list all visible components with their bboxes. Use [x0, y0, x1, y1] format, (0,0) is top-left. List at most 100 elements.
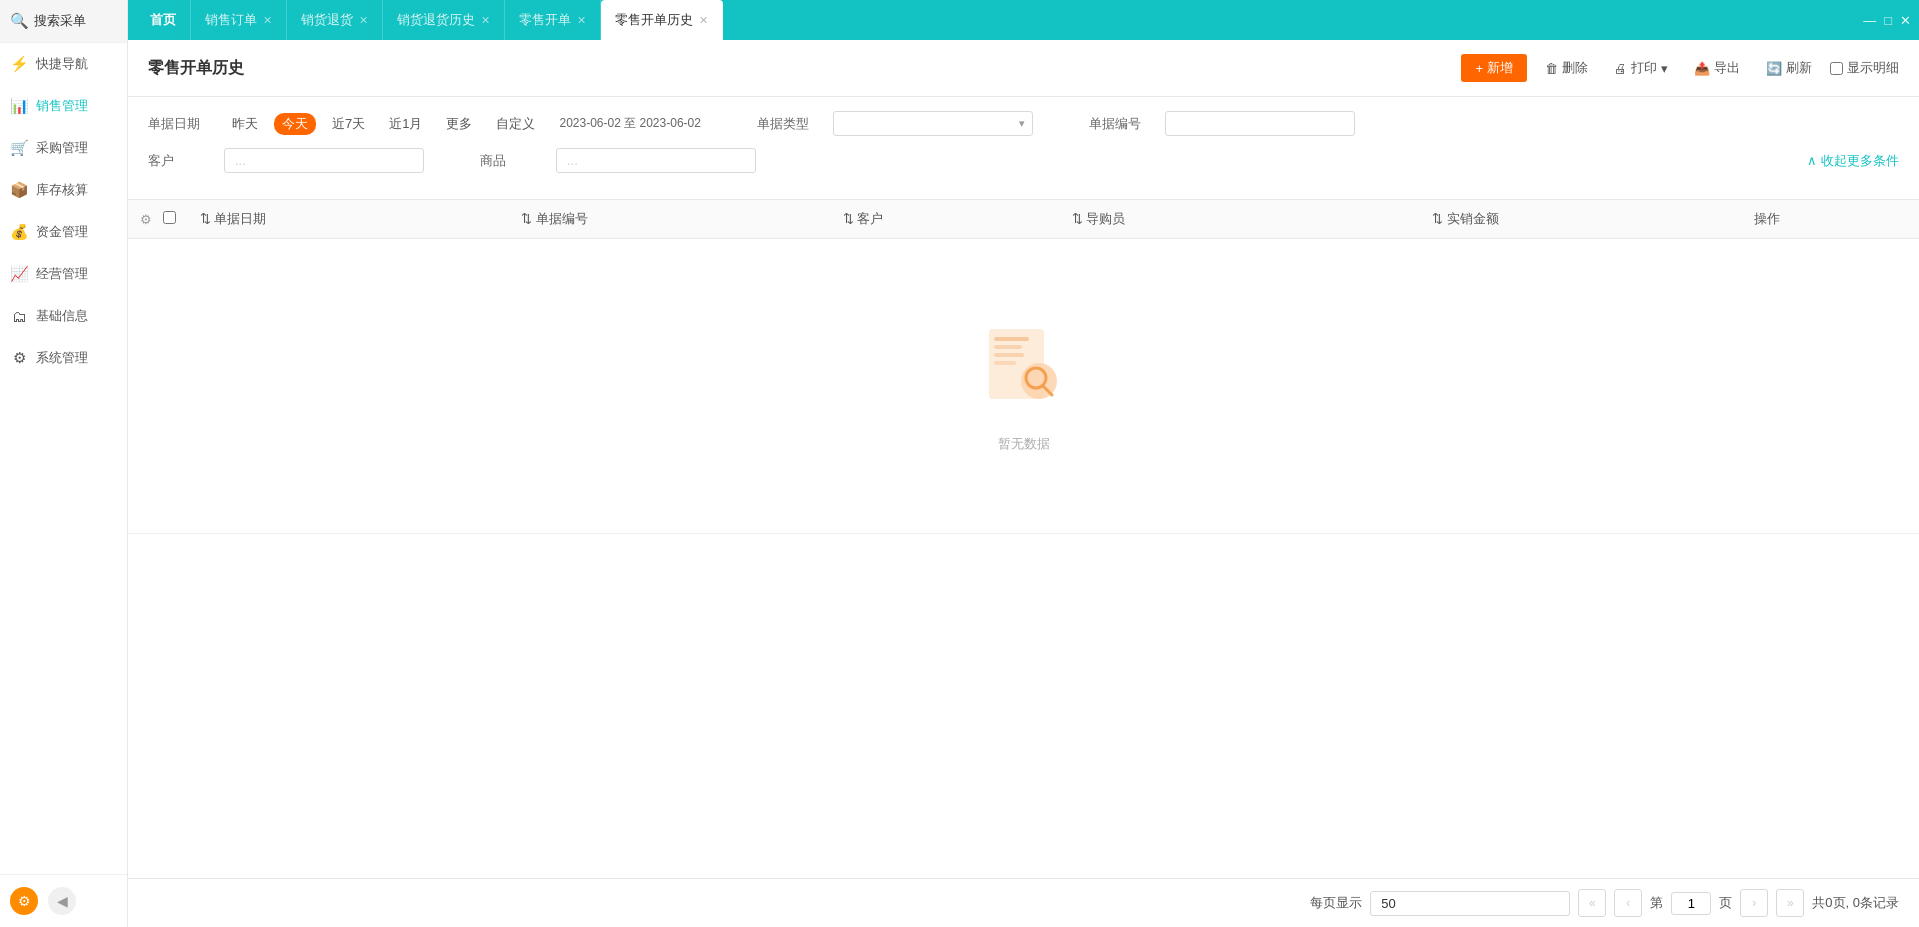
tabs-bar: 首页 销售订单 ✕ 销货退货 ✕ 销货退货历史 ✕ 零售开单 ✕ 零售开单历史 …	[128, 0, 1919, 40]
window-close-button[interactable]: ✕	[1900, 13, 1911, 28]
add-button[interactable]: + 新增	[1461, 54, 1527, 82]
per-page-select[interactable]: 50 100 200	[1370, 891, 1570, 916]
tab-close-icon[interactable]: ✕	[359, 14, 368, 27]
refresh-button[interactable]: 🔄 刷新	[1758, 55, 1820, 81]
tab-home-label: 首页	[150, 11, 176, 29]
print-label: 打印	[1631, 59, 1657, 77]
table-header-amount: ⇅ 实销金额	[1420, 200, 1741, 239]
tab-retail-history[interactable]: 零售开单历史 ✕	[601, 0, 723, 40]
sales-icon: 📊	[10, 97, 28, 115]
per-page-select-wrapper: 50 100 200	[1370, 891, 1570, 916]
date-option-group: 昨天 今天 近7天 近1月 更多 自定义 2023-06-02 至 2023-0…	[224, 113, 701, 135]
number-filter-label: 单据编号	[1089, 115, 1149, 133]
tab-close-icon[interactable]: ✕	[263, 14, 272, 27]
tab-sales-order[interactable]: 销售订单 ✕	[191, 0, 287, 40]
data-table: ⚙ ⇅ 单据日期 ⇅ 单据编号 ⇅	[128, 200, 1919, 534]
delete-label: 删除	[1562, 59, 1588, 77]
sidebar-item-label: 库存核算	[36, 181, 88, 199]
display-column-checkbox[interactable]	[1830, 62, 1843, 75]
total-info: 共0页, 0条记录	[1812, 894, 1899, 912]
tab-sales-return-history[interactable]: 销货退货历史 ✕	[383, 0, 505, 40]
export-button[interactable]: 📤 导出	[1686, 55, 1748, 81]
table-settings-icon[interactable]: ⚙	[140, 212, 152, 227]
date-option-7days[interactable]: 近7天	[324, 113, 373, 135]
type-select[interactable]	[833, 111, 1033, 136]
content-area: 零售开单历史 + 新增 🗑 删除 🖨 打印 ▾ 📤 导出	[128, 40, 1919, 927]
tab-sales-return[interactable]: 销货退货 ✕	[287, 0, 383, 40]
operations-icon: 📈	[10, 265, 28, 283]
product-filter-input[interactable]: ...	[556, 148, 756, 173]
tab-close-icon[interactable]: ✕	[481, 14, 490, 27]
number-filter-input[interactable]	[1165, 111, 1355, 136]
date-option-today[interactable]: 今天	[274, 113, 316, 135]
sidebar-item-finance[interactable]: 💰 资金管理	[0, 211, 127, 253]
first-page-icon: «	[1589, 896, 1596, 910]
table-header-row: ⚙ ⇅ 单据日期 ⇅ 单据编号 ⇅	[128, 200, 1919, 239]
sidebar-item-label: 快捷导航	[36, 55, 88, 73]
tab-home[interactable]: 首页	[136, 0, 191, 40]
quick-nav-icon: ⚡	[10, 55, 28, 73]
page-label-suffix: 页	[1719, 894, 1732, 912]
select-all-checkbox[interactable]	[163, 211, 176, 224]
product-filter-label: 商品	[480, 152, 540, 170]
sidebar-item-system[interactable]: ⚙ 系统管理	[0, 337, 127, 379]
basic-info-icon: 🗂	[10, 307, 28, 325]
sidebar: 🔍 搜索采单 ⚡ 快捷导航 📊 销售管理 🛒 采购管理 📦 库存核算 💰 资金管…	[0, 0, 128, 927]
sort-icon[interactable]: ⇅	[521, 211, 532, 226]
delete-button[interactable]: 🗑 删除	[1537, 55, 1596, 81]
sidebar-item-basic-info[interactable]: 🗂 基础信息	[0, 295, 127, 337]
add-icon: +	[1475, 61, 1483, 76]
collapse-filter-label: 收起更多条件	[1821, 152, 1899, 170]
table-header-action: 操作	[1742, 200, 1919, 239]
collapse-filter-button[interactable]: ∧ 收起更多条件	[1807, 152, 1899, 170]
print-button[interactable]: 🖨 打印 ▾	[1606, 55, 1676, 81]
window-minimize-button[interactable]: —	[1863, 13, 1876, 28]
prev-page-button[interactable]: ‹	[1614, 889, 1642, 917]
sort-icon[interactable]: ⇅	[1432, 211, 1443, 226]
empty-svg-icon	[974, 319, 1074, 419]
tab-close-icon[interactable]: ✕	[699, 14, 708, 27]
sort-icon[interactable]: ⇅	[200, 211, 211, 226]
date-option-custom[interactable]: 自定义	[488, 113, 543, 135]
sort-icon[interactable]: ⇅	[843, 211, 854, 226]
sidebar-item-sales[interactable]: 📊 销售管理	[0, 85, 127, 127]
sidebar-item-operations[interactable]: 📈 经营管理	[0, 253, 127, 295]
table-body: 暂无数据	[128, 239, 1919, 534]
main-area: 首页 销售订单 ✕ 销货退货 ✕ 销货退货历史 ✕ 零售开单 ✕ 零售开单历史 …	[128, 0, 1919, 927]
next-page-button[interactable]: ›	[1740, 889, 1768, 917]
tab-close-icon[interactable]: ✕	[577, 14, 586, 27]
date-option-yesterday[interactable]: 昨天	[224, 113, 266, 135]
table-header-settings: ⚙	[128, 200, 188, 239]
customer-filter-input[interactable]: ...	[224, 148, 424, 173]
purchase-icon: 🛒	[10, 139, 28, 157]
first-page-button[interactable]: «	[1578, 889, 1606, 917]
date-option-1month[interactable]: 近1月	[381, 113, 430, 135]
page-label-prefix: 第	[1650, 894, 1663, 912]
date-range-display: 2023-06-02 至 2023-06-02	[559, 115, 700, 132]
tab-retail-open[interactable]: 零售开单 ✕	[505, 0, 601, 40]
sidebar-item-inventory[interactable]: 📦 库存核算	[0, 169, 127, 211]
display-column-toggle[interactable]: 显示明细	[1830, 59, 1899, 77]
print-icon: 🖨	[1614, 61, 1627, 76]
col-guide-label: 导购员	[1086, 211, 1125, 226]
sidebar-collapse-button[interactable]: ◀	[48, 887, 76, 915]
sort-icon[interactable]: ⇅	[1072, 211, 1083, 226]
table-header-guide: ⇅ 导购员	[1060, 200, 1335, 239]
settings-button[interactable]: ⚙	[10, 887, 38, 915]
sidebar-search[interactable]: 🔍 搜索采单	[0, 0, 127, 43]
svg-rect-1	[994, 337, 1029, 341]
date-option-more[interactable]: 更多	[438, 113, 480, 135]
search-icon: 🔍	[10, 12, 28, 30]
page-header: 零售开单历史 + 新增 🗑 删除 🖨 打印 ▾ 📤 导出	[128, 40, 1919, 97]
sidebar-item-label: 销售管理	[36, 97, 88, 115]
col-number-label: 单据编号	[536, 211, 588, 226]
refresh-label: 刷新	[1786, 59, 1812, 77]
sidebar-item-quick-nav[interactable]: ⚡ 快捷导航	[0, 43, 127, 85]
window-maximize-button[interactable]: □	[1884, 13, 1892, 28]
sidebar-item-purchase[interactable]: 🛒 采购管理	[0, 127, 127, 169]
table-header-date: ⇅ 单据日期	[188, 200, 509, 239]
last-page-button[interactable]: »	[1776, 889, 1804, 917]
sidebar-item-label: 系统管理	[36, 349, 88, 367]
page-number-input[interactable]	[1671, 892, 1711, 915]
table-header-customer: ⇅ 客户	[831, 200, 1060, 239]
